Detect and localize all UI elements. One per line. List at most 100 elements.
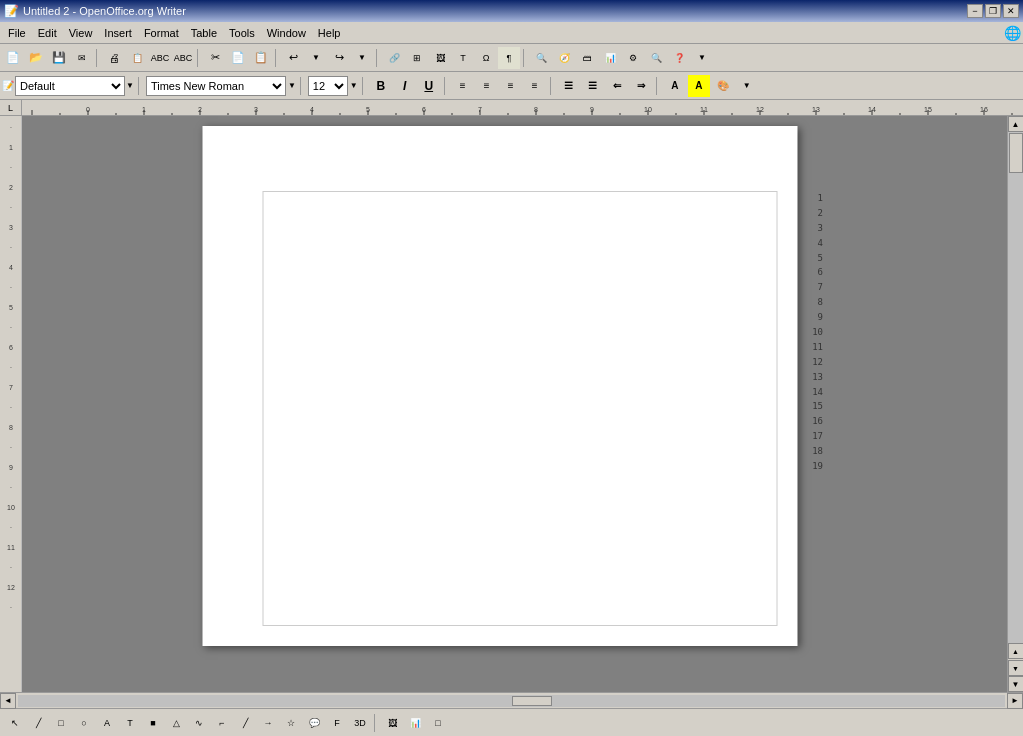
scroll-page-down-button[interactable]: ▼ <box>1008 660 1024 676</box>
scroll-thumb-horizontal[interactable] <box>512 696 552 706</box>
menu-window[interactable]: Window <box>261 22 312 43</box>
maximize-button[interactable]: ❐ <box>985 4 1001 18</box>
scroll-page-up-button[interactable]: ▲ <box>1008 643 1024 659</box>
stars-tool[interactable]: ☆ <box>280 712 302 734</box>
menubar: File Edit View Insert Format Table Tools… <box>0 22 1023 44</box>
print-preview-button[interactable]: 📋 <box>126 47 148 69</box>
format-marks-button[interactable]: ¶ <box>498 47 520 69</box>
scroll-left-button[interactable]: ◄ <box>0 693 16 709</box>
print-button[interactable]: 🖨 <box>103 47 125 69</box>
menu-tools[interactable]: Tools <box>223 22 261 43</box>
rect-tool[interactable]: □ <box>50 712 72 734</box>
close-button[interactable]: ✕ <box>1003 4 1019 18</box>
hyperlink-button[interactable]: 🔗 <box>383 47 405 69</box>
highlight-button[interactable]: A <box>688 75 710 97</box>
menu-insert[interactable]: Insert <box>98 22 138 43</box>
extrusion-tool[interactable]: 3D <box>349 712 371 734</box>
text-tool[interactable]: A <box>96 712 118 734</box>
menu-edit[interactable]: Edit <box>32 22 63 43</box>
shadow-tool[interactable]: □ <box>427 712 449 734</box>
textbox-button[interactable]: T <box>452 47 474 69</box>
paste-button[interactable]: 📋 <box>250 47 272 69</box>
scroll-thumb-vertical[interactable] <box>1009 133 1023 173</box>
style-select[interactable]: Default <box>15 76 125 96</box>
save-button[interactable]: 💾 <box>48 47 70 69</box>
macro-button[interactable]: ⚙ <box>622 47 644 69</box>
underline-button[interactable]: U <box>418 75 440 97</box>
minimize-button[interactable]: − <box>967 4 983 18</box>
curves-tool[interactable]: ∿ <box>188 712 210 734</box>
toolbar-more[interactable]: ▼ <box>691 47 713 69</box>
style-dropdown-icon[interactable]: ▼ <box>126 81 134 90</box>
bold-button[interactable]: B <box>370 75 392 97</box>
list-ordered-button[interactable]: ☰ <box>582 75 604 97</box>
find-button[interactable]: 🔍 <box>530 47 552 69</box>
copy-button[interactable]: 📄 <box>227 47 249 69</box>
scroll-down-button[interactable]: ▼ <box>1008 676 1024 692</box>
align-center-button[interactable]: ≡ <box>476 75 498 97</box>
ellipse-tool[interactable]: ○ <box>73 712 95 734</box>
undo-button[interactable]: ↩ <box>282 47 304 69</box>
autocorrect-button[interactable]: ABC <box>172 47 194 69</box>
undo-dropdown[interactable]: ▼ <box>305 47 327 69</box>
fill-color-tool[interactable]: ■ <box>142 712 164 734</box>
background-color-button[interactable]: 🎨 <box>712 75 734 97</box>
email-button[interactable]: ✉ <box>71 47 93 69</box>
open-button[interactable]: 📂 <box>25 47 47 69</box>
font-select[interactable]: Times New Roman <box>146 76 286 96</box>
datasource-button[interactable]: 📊 <box>599 47 621 69</box>
spellcheck-button[interactable]: ABC <box>149 47 171 69</box>
size-dropdown-icon[interactable]: ▼ <box>350 81 358 90</box>
new-button[interactable]: 📄 <box>2 47 24 69</box>
dbrowser-button[interactable]: 🗃 <box>576 47 598 69</box>
cut-button[interactable]: ✂ <box>204 47 226 69</box>
image-button[interactable]: 🖼 <box>429 47 451 69</box>
redo-button[interactable]: ↪ <box>328 47 350 69</box>
arrows-tool[interactable]: → <box>257 712 279 734</box>
menu-help[interactable]: Help <box>312 22 347 43</box>
app-icon: 📝 <box>4 4 19 18</box>
font-size-select[interactable]: 12 <box>308 76 348 96</box>
fontwork-tool[interactable]: F <box>326 712 348 734</box>
indent-less-button[interactable]: ⇐ <box>606 75 628 97</box>
document-area[interactable]: 12345678910111213141516171819 <box>22 116 1007 692</box>
list-unordered-button[interactable]: ☰ <box>558 75 580 97</box>
font-dropdown-icon[interactable]: ▼ <box>288 81 296 90</box>
help-button[interactable]: ❓ <box>668 47 690 69</box>
italic-button[interactable]: I <box>394 75 416 97</box>
table-button[interactable]: ⊞ <box>406 47 428 69</box>
font-color-button[interactable]: A <box>664 75 686 97</box>
svg-text:·: · <box>10 404 12 411</box>
toolbar-more-fmt[interactable]: ▼ <box>736 75 758 97</box>
scroll-up-button[interactable]: ▲ <box>1008 116 1024 132</box>
zoom-button[interactable]: 🔍 <box>645 47 667 69</box>
content-area[interactable] <box>262 191 777 626</box>
insert-chart-draw[interactable]: 📊 <box>404 712 426 734</box>
redo-dropdown[interactable]: ▼ <box>351 47 373 69</box>
insert-image-draw[interactable]: 🖼 <box>381 712 403 734</box>
standard-toolbar: 📄 📂 💾 ✉ 🖨 📋 ABC ABC ✂ 📄 📋 ↩ ▼ ↪ ▼ 🔗 ⊞ 🖼 … <box>0 44 1023 72</box>
document-page[interactable] <box>202 126 797 646</box>
menu-table[interactable]: Table <box>185 22 223 43</box>
align-left-button[interactable]: ≡ <box>452 75 474 97</box>
align-justify-button[interactable]: ≡ <box>524 75 546 97</box>
select-tool[interactable]: ↖ <box>4 712 26 734</box>
special-char-button[interactable]: Ω <box>475 47 497 69</box>
svg-text:6: 6 <box>9 344 13 351</box>
scroll-track-horizontal[interactable] <box>18 695 1005 707</box>
menu-format[interactable]: Format <box>138 22 185 43</box>
textbox-draw-tool[interactable]: T <box>119 712 141 734</box>
shapes-tool[interactable]: △ <box>165 712 187 734</box>
connectors-tool[interactable]: ⌐ <box>211 712 233 734</box>
callouts-tool[interactable]: 💬 <box>303 712 325 734</box>
scroll-track-vertical[interactable] <box>1008 132 1023 643</box>
svg-text:12: 12 <box>7 584 15 591</box>
scroll-right-button[interactable]: ► <box>1007 693 1023 709</box>
line-tool[interactable]: ╱ <box>27 712 49 734</box>
indent-more-button[interactable]: ⇒ <box>630 75 652 97</box>
lines-tool[interactable]: ╱ <box>234 712 256 734</box>
align-right-button[interactable]: ≡ <box>500 75 522 97</box>
navigator-button[interactable]: 🧭 <box>553 47 575 69</box>
menu-file[interactable]: File <box>2 22 32 43</box>
menu-view[interactable]: View <box>63 22 99 43</box>
